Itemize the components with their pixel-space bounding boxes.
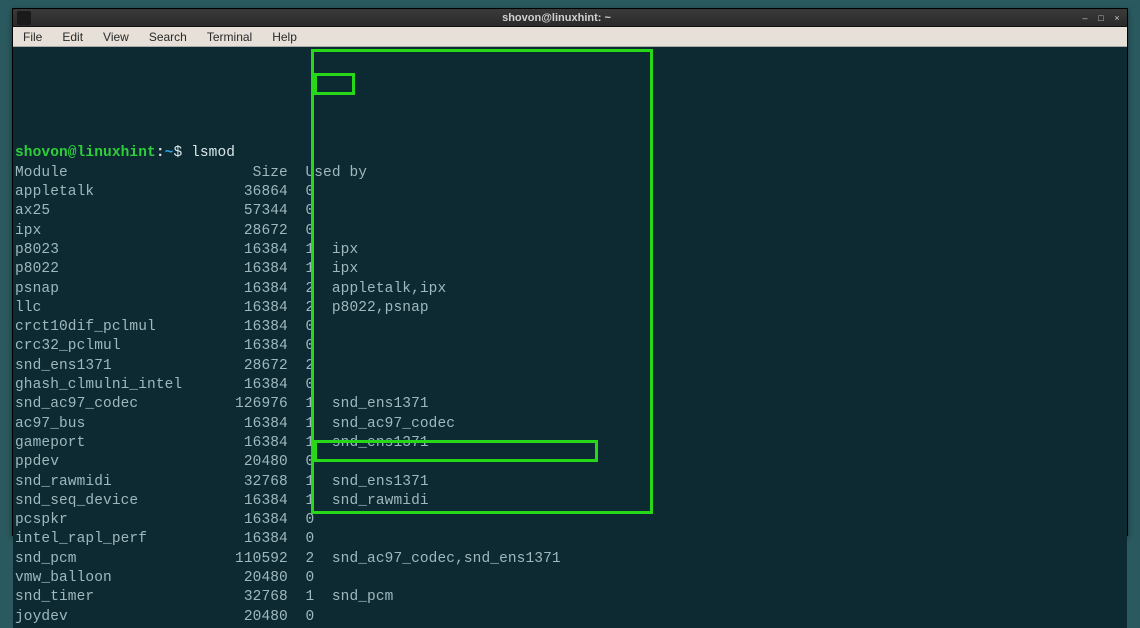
menu-help[interactable]: Help: [262, 28, 307, 46]
lsmod-row: crc32_pclmul 16384 0: [15, 337, 1125, 356]
titlebar[interactable]: shovon@linuxhint: ~ – □ ×: [13, 9, 1127, 27]
lsmod-row: psnap 16384 2 appletalk,ipx: [15, 280, 1125, 299]
lsmod-row: snd_ens1371 28672 2: [15, 357, 1125, 376]
command-text: lsmod: [191, 145, 235, 161]
menu-search[interactable]: Search: [139, 28, 197, 46]
lsmod-row: snd_ac97_codec 126976 1 snd_ens1371: [15, 395, 1125, 414]
lsmod-row: snd_pcm 110592 2 snd_ac97_codec,snd_ens1…: [15, 550, 1125, 569]
lsmod-row: gameport 16384 1 snd_ens1371: [15, 434, 1125, 453]
maximize-button[interactable]: □: [1094, 11, 1108, 25]
lsmod-row: appletalk 36864 0: [15, 183, 1125, 202]
prompt-line: shovon@linuxhint:~$ lsmod: [15, 144, 1125, 163]
prompt-user-host: shovon@linuxhint: [15, 145, 156, 161]
terminal-window: shovon@linuxhint: ~ – □ × FileEditViewSe…: [12, 8, 1128, 536]
lsmod-row: snd_rawmidi 32768 1 snd_ens1371: [15, 473, 1125, 492]
terminal-output[interactable]: shovon@linuxhint:~$ lsmodModule Size Use…: [13, 47, 1127, 628]
menubar: FileEditViewSearchTerminalHelp: [13, 27, 1127, 47]
lsmod-row: ppdev 20480 0: [15, 453, 1125, 472]
prompt-colon: :: [156, 145, 165, 161]
lsmod-row: pcspkr 16384 0: [15, 511, 1125, 530]
app-icon: [17, 11, 31, 25]
prompt-dollar: $: [173, 145, 191, 161]
lsmod-row: ghash_clmulni_intel 16384 0: [15, 376, 1125, 395]
lsmod-header: Module Size Used by: [15, 164, 1125, 183]
lsmod-row: crct10dif_pclmul 16384 0: [15, 318, 1125, 337]
lsmod-row: vmw_balloon 20480 0: [15, 569, 1125, 588]
minimize-button[interactable]: –: [1078, 11, 1092, 25]
lsmod-row: ipx 28672 0: [15, 222, 1125, 241]
window-title: shovon@linuxhint: ~: [35, 12, 1078, 24]
lsmod-row: snd_seq_device 16384 1 snd_rawmidi: [15, 492, 1125, 511]
lsmod-row: intel_rapl_perf 16384 0: [15, 530, 1125, 549]
lsmod-row: joydev 20480 0: [15, 608, 1125, 627]
menu-view[interactable]: View: [93, 28, 139, 46]
highlight-box-appletalk-used: [314, 73, 355, 95]
menu-terminal[interactable]: Terminal: [197, 28, 262, 46]
lsmod-row: p8023 16384 1 ipx: [15, 241, 1125, 260]
close-button[interactable]: ×: [1110, 11, 1124, 25]
lsmod-row: ax25 57344 0: [15, 202, 1125, 221]
menu-file[interactable]: File: [19, 28, 52, 46]
menu-edit[interactable]: Edit: [52, 28, 93, 46]
lsmod-row: ac97_bus 16384 1 snd_ac97_codec: [15, 415, 1125, 434]
lsmod-row: p8022 16384 1 ipx: [15, 260, 1125, 279]
lsmod-row: snd_timer 32768 1 snd_pcm: [15, 588, 1125, 607]
window-controls: – □ ×: [1078, 11, 1124, 25]
lsmod-row: llc 16384 2 p8022,psnap: [15, 299, 1125, 318]
